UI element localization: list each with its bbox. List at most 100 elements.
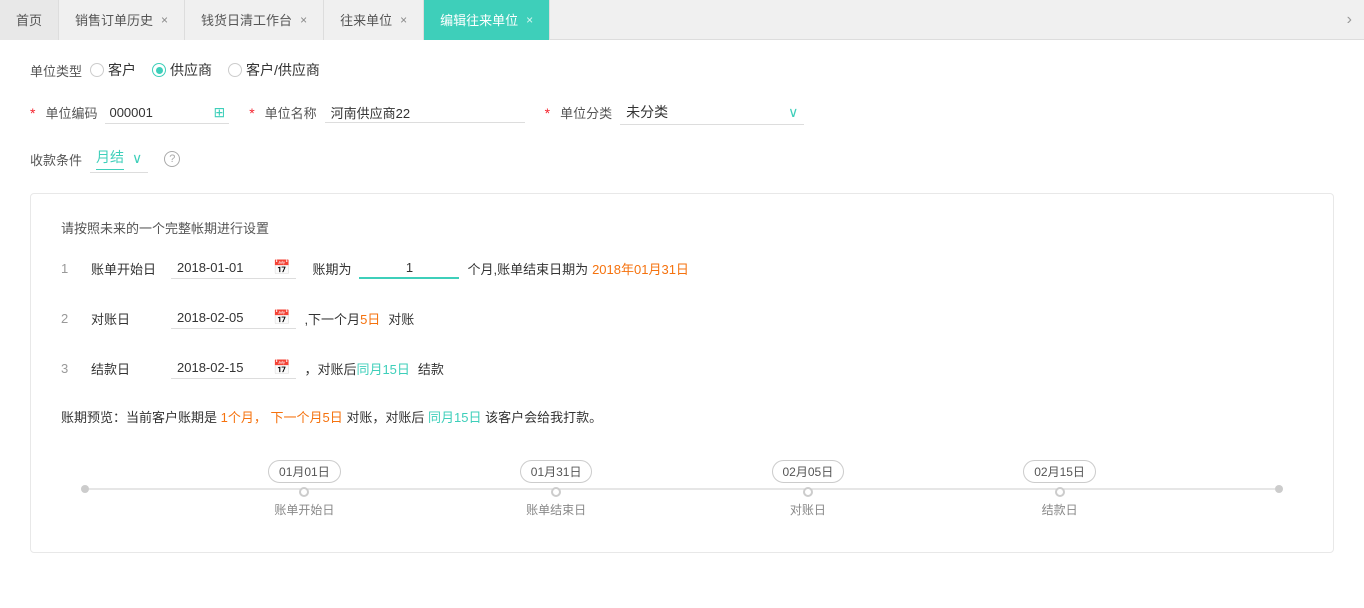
unit-class-value: 未分类 <box>626 102 668 122</box>
setting-row-3: 3 结款日 📅 ，对账后 同月15日 结款 <box>61 357 1303 379</box>
tab-partner-close[interactable]: × <box>400 13 407 27</box>
calendar-icon-1[interactable]: 📅 <box>273 259 290 276</box>
radio-customer[interactable]: 客户 <box>90 60 136 80</box>
timeline-label-2: 账单结束日 <box>526 501 586 518</box>
unit-info-row: * 单位编码 ⊞ * 单位名称 * 单位分类 未分类 ∨ <box>30 100 1334 125</box>
tab-edit-partner-close[interactable]: × <box>526 13 533 27</box>
unit-type-field: 单位类型 客户 供应商 客户/供应商 <box>30 60 320 80</box>
preview-part1: 1个月， <box>221 410 267 425</box>
tab-sales-history[interactable]: 销售订单历史 × <box>59 0 185 40</box>
main-content: 单位类型 客户 供应商 客户/供应商 * 单位编码 <box>0 40 1364 608</box>
unit-code-icon[interactable]: ⊞ <box>213 104 225 121</box>
timeline-start-cap <box>81 485 89 493</box>
unit-class-select[interactable]: 未分类 ∨ <box>620 100 804 125</box>
unit-name-input[interactable] <box>325 103 525 123</box>
setting-row-2: 2 对账日 📅 ,下一个月 5日 对账 <box>61 307 1303 329</box>
period-input-1[interactable] <box>359 258 459 279</box>
unit-code-input[interactable] <box>109 105 209 120</box>
unit-type-label: 单位类型 <box>30 61 82 80</box>
unit-code-input-wrapper: ⊞ <box>105 102 229 124</box>
desc-suffix-2: 对账 <box>388 309 414 328</box>
preview-label: 账期预览：当前客户账期是 <box>61 410 217 425</box>
timeline-label-4: 结款日 <box>1042 501 1078 518</box>
desc-prefix-2: ,下一个月 <box>304 309 360 328</box>
row-type-3: 结款日 <box>91 359 171 378</box>
calendar-icon-2[interactable]: 📅 <box>273 309 290 326</box>
payment-condition-chevron: ∨ <box>132 150 142 167</box>
unit-class-field: * 单位分类 未分类 ∨ <box>545 100 805 125</box>
date-field-1[interactable] <box>177 260 267 275</box>
row-type-2: 对账日 <box>91 309 171 328</box>
timeline-badge-1: 01月01日 <box>268 460 341 483</box>
timeline-dot-3 <box>803 487 813 497</box>
desc-highlight-2: 5日 <box>360 309 380 328</box>
timeline-badge-4: 02月15日 <box>1023 460 1096 483</box>
tab-cash-work[interactable]: 钱货日清工作台 × <box>185 0 324 40</box>
tab-partner-label: 往来单位 <box>340 10 392 29</box>
timeline: 01月01日 账单开始日 01月31日 账单结束日 02月05日 对账日 <box>61 450 1303 528</box>
tab-bar-arrow[interactable]: › <box>1335 11 1364 29</box>
unit-name-field: * 单位名称 <box>249 103 524 123</box>
tab-edit-partner-label: 编辑往来单位 <box>440 10 518 29</box>
preview-part3: 同月15日 <box>428 410 481 425</box>
timeline-badge-3: 02月05日 <box>772 460 845 483</box>
tab-partner[interactable]: 往来单位 × <box>324 0 424 40</box>
timeline-points: 01月01日 账单开始日 01月31日 账单结束日 02月05日 对账日 <box>81 460 1283 518</box>
radio-both-circle <box>228 63 242 77</box>
unit-code-field: * 单位编码 ⊞ <box>30 102 229 124</box>
tab-sales-history-close[interactable]: × <box>161 13 168 27</box>
tab-edit-partner[interactable]: 编辑往来单位 × <box>424 0 550 40</box>
payment-condition-select[interactable]: 月结 ∨ <box>90 145 148 173</box>
preview-text: 账期预览：当前客户账期是 1个月， 下一个月5日 对账，对账后 同月15日 该客… <box>61 407 1303 426</box>
radio-customer-circle <box>90 63 104 77</box>
radio-both-label: 客户/供应商 <box>246 60 320 80</box>
timeline-end-cap <box>1275 485 1283 493</box>
preview-part2: 下一个月5日 <box>271 410 343 425</box>
tab-home[interactable]: 首页 <box>0 0 59 40</box>
row-number-1: 1 <box>61 261 91 276</box>
timeline-dot-1 <box>299 487 309 497</box>
unit-class-label: 单位分类 <box>560 103 612 122</box>
payment-settings-section: 请按照未来的一个完整帐期进行设置 1 账单开始日 📅 账期为 个月,账单结束日期… <box>30 193 1334 553</box>
radio-group-unit-type: 客户 供应商 客户/供应商 <box>90 60 320 80</box>
timeline-point-4: 02月15日 结款日 <box>1023 460 1096 518</box>
radio-supplier-circle <box>152 63 166 77</box>
desc-suffix-3: 结款 <box>418 359 444 378</box>
preview-mid: 对账，对账后 <box>346 410 424 425</box>
unit-code-label: 单位编码 <box>45 103 97 122</box>
timeline-label-1: 账单开始日 <box>274 501 334 518</box>
desc-highlight-3: 同月15日 <box>356 359 409 378</box>
tab-sales-history-label: 销售订单历史 <box>75 10 153 29</box>
timeline-badge-2: 01月31日 <box>520 460 593 483</box>
tab-cash-work-close[interactable]: × <box>300 13 307 27</box>
date-input-1: 📅 <box>171 257 296 279</box>
date-input-3: 📅 <box>171 357 296 379</box>
tab-cash-work-label: 钱货日清工作台 <box>201 10 292 29</box>
help-icon[interactable]: ? <box>164 151 180 167</box>
date-input-2: 📅 <box>171 307 296 329</box>
period-label-1: 账期为 <box>312 259 351 278</box>
tab-home-label: 首页 <box>16 10 42 29</box>
setting-row-1: 1 账单开始日 📅 账期为 个月,账单结束日期为 2018年01月31日 <box>61 257 1303 279</box>
row-number-2: 2 <box>61 311 91 326</box>
calendar-icon-3[interactable]: 📅 <box>273 359 290 376</box>
timeline-dot-4 <box>1055 487 1065 497</box>
date-field-2[interactable] <box>177 310 267 325</box>
chevron-down-icon: ∨ <box>788 104 798 121</box>
unit-name-star: * <box>249 105 254 121</box>
timeline-point-1: 01月01日 账单开始日 <box>268 460 341 518</box>
desc-prefix-3: ，对账后 <box>304 359 356 378</box>
tab-bar: 首页 销售订单历史 × 钱货日清工作台 × 往来单位 × 编辑往来单位 × › <box>0 0 1364 40</box>
radio-both[interactable]: 客户/供应商 <box>228 60 320 80</box>
date-field-3[interactable] <box>177 360 267 375</box>
timeline-point-3: 02月05日 对账日 <box>772 460 845 518</box>
period-unit-1: 个月,账单结束日期为 <box>467 259 588 278</box>
radio-customer-label: 客户 <box>108 60 136 80</box>
payment-condition-value: 月结 <box>96 147 124 170</box>
radio-supplier-label: 供应商 <box>170 60 212 80</box>
section-title: 请按照未来的一个完整帐期进行设置 <box>61 218 1303 237</box>
timeline-label-3: 对账日 <box>790 501 826 518</box>
unit-name-label: 单位名称 <box>265 103 317 122</box>
radio-supplier[interactable]: 供应商 <box>152 60 212 80</box>
unit-class-star: * <box>545 105 550 121</box>
